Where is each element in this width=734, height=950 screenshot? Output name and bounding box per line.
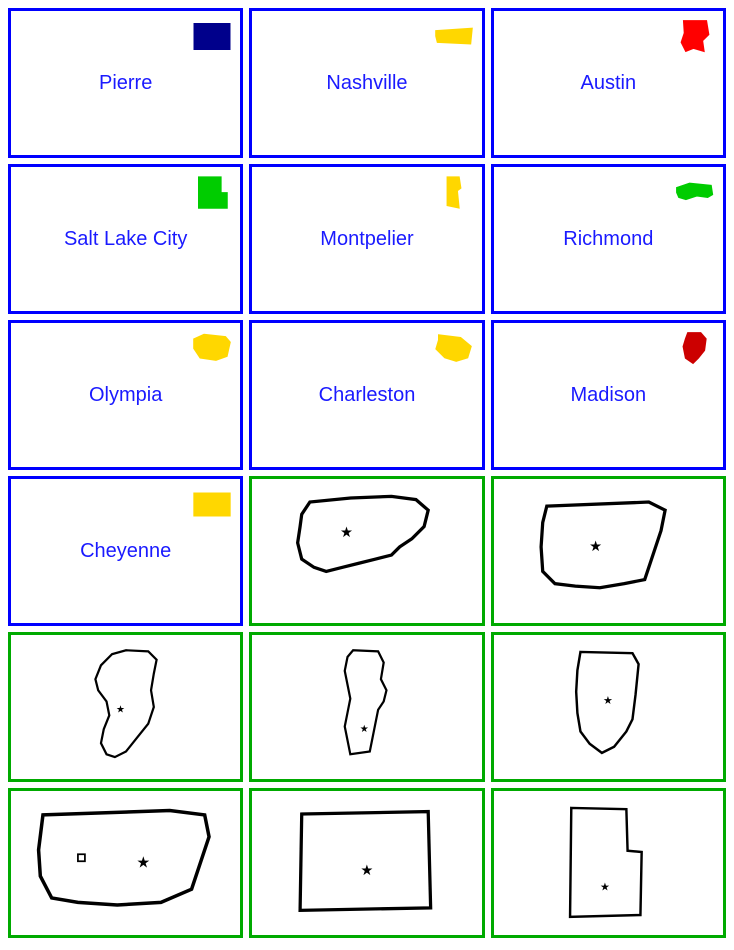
svg-text:★: ★: [360, 863, 373, 879]
utah-outline-shape: ★: [511, 802, 706, 924]
charleston-label: Charleston: [319, 384, 416, 407]
card-grid: Pierre Nashville Austin Salt Lake City M…: [0, 0, 734, 946]
texas-icon: [675, 19, 715, 54]
card-montana-map[interactable]: ★: [8, 788, 243, 938]
montana-map-shape: ★: [28, 802, 223, 924]
madison-label: Madison: [571, 384, 647, 407]
north-dakota-icon: [192, 19, 232, 54]
card-olympia[interactable]: Olympia: [8, 320, 243, 470]
card-cheyenne[interactable]: Cheyenne: [8, 476, 243, 626]
oregon-map-shape: ★: [511, 490, 706, 612]
nevada-map-shape: ★: [511, 646, 706, 768]
card-charleston[interactable]: Charleston: [249, 320, 484, 470]
montpelier-label: Montpelier: [320, 228, 413, 251]
richmond-label: Richmond: [563, 228, 653, 251]
card-madison[interactable]: Madison: [491, 320, 726, 470]
card-montpelier[interactable]: Montpelier: [249, 164, 484, 314]
card-wyoming-map[interactable]: ★: [249, 788, 484, 938]
wisconsin-icon: [675, 331, 715, 366]
tennessee-icon: [434, 19, 474, 54]
svg-text:★: ★: [360, 724, 369, 735]
card-washington-map[interactable]: ★: [249, 476, 484, 626]
card-salt-lake-city[interactable]: Salt Lake City: [8, 164, 243, 314]
svg-text:★: ★: [136, 854, 150, 871]
california-map-shape: ★: [28, 646, 223, 768]
card-austin[interactable]: Austin: [491, 8, 726, 158]
svg-text:★: ★: [600, 882, 610, 894]
card-nashville[interactable]: Nashville: [249, 8, 484, 158]
card-idaho-map[interactable]: ★: [249, 632, 484, 782]
card-pierre[interactable]: Pierre: [8, 8, 243, 158]
svg-text:★: ★: [116, 705, 125, 716]
card-california-map[interactable]: ★: [8, 632, 243, 782]
olympia-label: Olympia: [89, 384, 162, 407]
washington-map-shape: ★: [270, 490, 465, 612]
svg-text:★: ★: [340, 525, 353, 541]
utah-icon: [192, 175, 232, 210]
austin-label: Austin: [581, 72, 637, 95]
vermont-icon: [434, 175, 474, 210]
salt-lake-city-label: Salt Lake City: [64, 228, 187, 251]
cheyenne-label: Cheyenne: [80, 540, 171, 563]
card-richmond[interactable]: Richmond: [491, 164, 726, 314]
card-nevada-map[interactable]: ★: [491, 632, 726, 782]
washington-small-icon: [192, 331, 232, 366]
kentucky-icon: [675, 175, 715, 210]
pierre-label: Pierre: [99, 72, 152, 95]
idaho-map-shape: ★: [270, 646, 465, 768]
svg-text:★: ★: [603, 695, 613, 707]
wyoming-icon: [192, 487, 232, 522]
card-oregon-map[interactable]: ★: [491, 476, 726, 626]
wyoming-outline-shape: ★: [270, 802, 465, 924]
west-virginia-icon: [434, 331, 474, 366]
card-utah-map[interactable]: ★: [491, 788, 726, 938]
svg-text:★: ★: [589, 539, 602, 555]
nashville-label: Nashville: [326, 72, 407, 95]
